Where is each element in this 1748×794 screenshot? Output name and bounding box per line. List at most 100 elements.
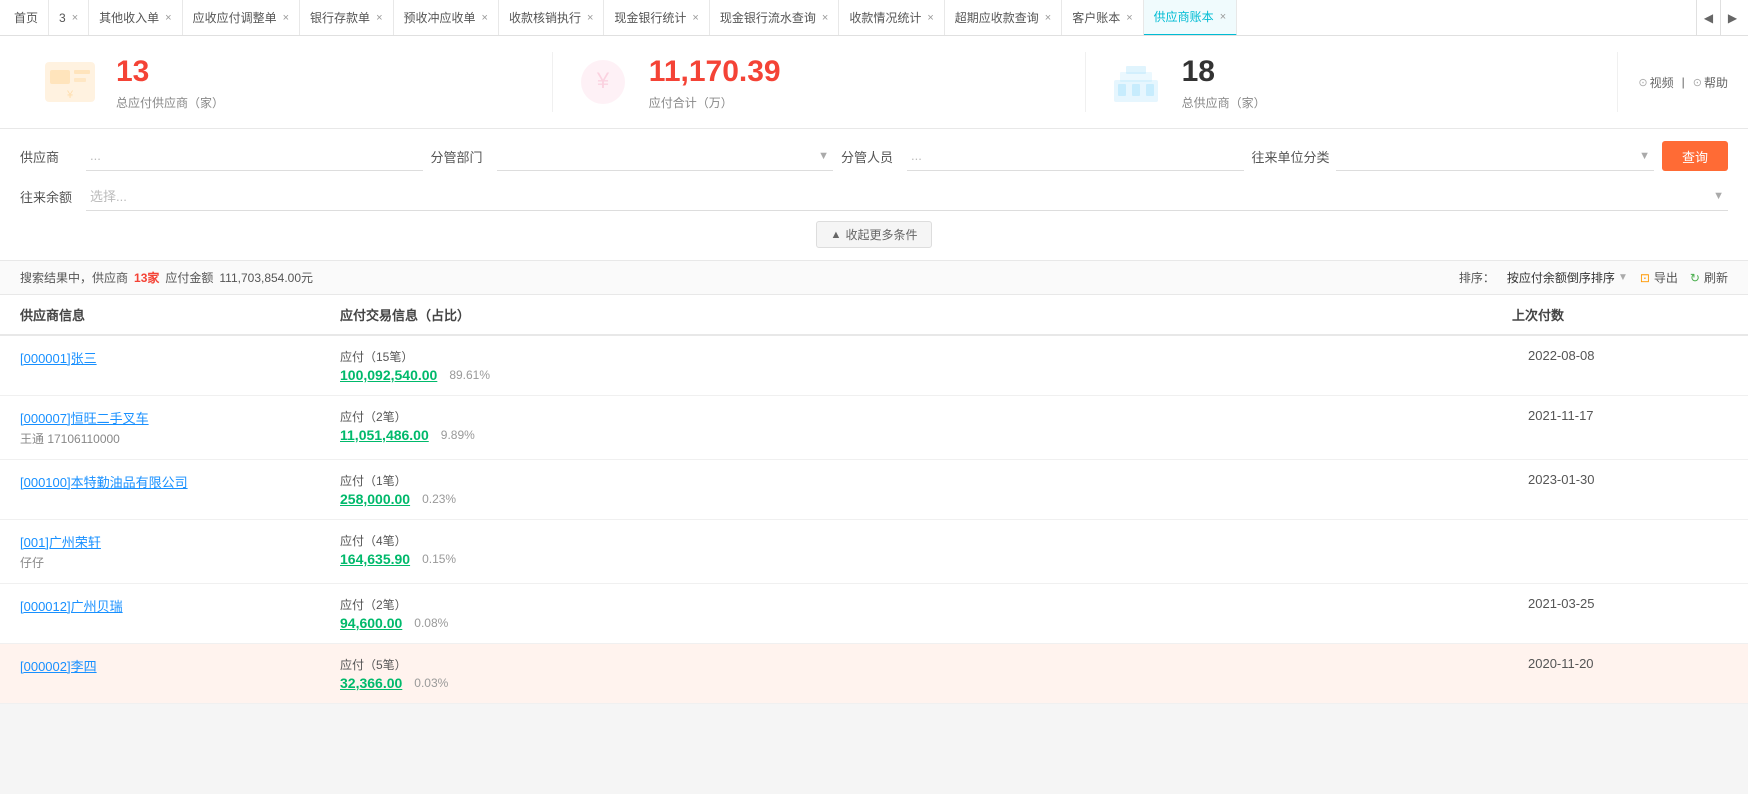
top-right-links: ⊙ 视频 | ⊙ 帮助 (1618, 74, 1728, 91)
top-navigation: 首页 3 × 其他收入单 × 应收应付调整单 × 银行存款单 × 预收冲应收单 … (0, 0, 1748, 36)
payable-suppliers-label: 总应付供应商（家） (116, 94, 224, 111)
close-tab-ap-adjust[interactable]: × (283, 12, 289, 24)
balance-filter-label: 往来余额 (20, 187, 80, 206)
close-tab-collect-stat[interactable]: × (927, 12, 933, 24)
last-pay-cell-row2: 2021-11-17 (1528, 408, 1728, 423)
nav-right-arrow[interactable]: ▶ (1720, 0, 1744, 36)
close-tab-supplier-account[interactable]: × (1220, 11, 1226, 23)
result-info-left: 搜索结果中，供应商 13家 应付金额 111,703,854.00元 (20, 269, 313, 286)
supplier-link-row1[interactable]: [000001]张三 (20, 348, 340, 367)
close-tab-customer-account[interactable]: × (1126, 12, 1132, 24)
table-row: [000001]张三 应付（15笔） 100,092,540.00 89.61%… (0, 336, 1748, 396)
supplier-link-row5[interactable]: [000012]广州贝瑞 (20, 596, 340, 615)
tx-label-row6: 应付（5笔） (340, 656, 1528, 673)
balance-select-text: 选择... (90, 186, 1713, 205)
nav-left-arrow[interactable]: ◀ (1696, 0, 1720, 36)
supplier-cell-row6: [000002]李四 (20, 656, 340, 675)
tx-amount-row4[interactable]: 164,635.90 (340, 551, 410, 567)
collapse-filter-label: 收起更多条件 (845, 226, 917, 243)
total-payable-amount: 11,170.39 (649, 54, 781, 90)
refresh-button[interactable]: ↻ 刷新 (1690, 269, 1728, 286)
tx-amount-row1[interactable]: 100,092,540.00 (340, 367, 437, 383)
svg-text:¥: ¥ (596, 68, 610, 93)
supplier-link-row6[interactable]: [000002]李四 (20, 656, 340, 675)
person-filter-input[interactable] (907, 141, 1244, 171)
tx-amount-row6[interactable]: 32,366.00 (340, 675, 402, 691)
dept-filter-select[interactable]: ▼ (497, 141, 834, 171)
collapse-filter-button[interactable]: ▲ 收起更多条件 (816, 221, 933, 248)
nav-tab-prepay-collect[interactable]: 预收冲应收单 × (394, 0, 499, 36)
close-tab-prepay-collect[interactable]: × (482, 12, 488, 24)
tx-percent-row6: 0.03% (414, 676, 448, 690)
tx-row1: 100,092,540.00 89.61% (340, 367, 1528, 383)
dept-chevron-down-icon: ▼ (818, 150, 829, 162)
nav-tab-cash-bank-flow[interactable]: 现金银行流水查询 × (710, 0, 839, 36)
tx-amount-row5[interactable]: 94,600.00 (340, 615, 402, 631)
last-pay-date-row1: 2022-08-08 (1528, 348, 1595, 363)
supplier-link-row4[interactable]: [001]广州荣轩 (20, 532, 340, 551)
supplier-cell-row4: [001]广州荣轩 仔仔 (20, 532, 340, 571)
tx-row4: 164,635.90 0.15% (340, 551, 1528, 567)
transaction-cell-row5: 应付（2笔） 94,600.00 0.08% (340, 596, 1528, 631)
total-suppliers-icon (1106, 52, 1166, 112)
nav-tab-collect-check[interactable]: 收款核销执行 × (499, 0, 604, 36)
tx-label-row4: 应付（4笔） (340, 532, 1528, 549)
refresh-icon: ↻ (1690, 271, 1700, 285)
category-chevron-down-icon: ▼ (1639, 150, 1650, 162)
tx-amount-row2[interactable]: 11,051,486.00 (340, 427, 429, 443)
tx-percent-row4: 0.15% (422, 552, 456, 566)
transaction-cell-row1: 应付（15笔） 100,092,540.00 89.61% (340, 348, 1528, 383)
tx-percent-row3: 0.23% (422, 492, 456, 506)
dept-filter-label: 分管部门 (431, 147, 491, 166)
close-tab-other-income[interactable]: × (165, 12, 171, 24)
nav-tab-overdue-query[interactable]: 超期应收款查询 × (945, 0, 1062, 36)
nav-tab-other-income[interactable]: 其他收入单 × (89, 0, 182, 36)
tx-amount-row3[interactable]: 258,000.00 (340, 491, 410, 507)
sort-label: 排序： (1459, 269, 1495, 286)
sort-select[interactable]: 按应付余额倒序排序 ▼ (1507, 269, 1628, 286)
nav-tab-supplier-account[interactable]: 供应商账本 × (1144, 0, 1237, 36)
table-row: [000002]李四 应付（5笔） 32,366.00 0.03% 2020-1… (0, 644, 1748, 704)
nav-tab-3[interactable]: 3 × (49, 0, 89, 36)
result-info-right: 排序： 按应付余额倒序排序 ▼ ⊡ 导出 ↻ 刷新 (1459, 269, 1728, 286)
collapse-up-icon: ▲ (831, 229, 842, 241)
nav-tab-cash-bank-stat[interactable]: 现金银行统计 × (604, 0, 709, 36)
tx-row6: 32,366.00 0.03% (340, 675, 1528, 691)
help-link[interactable]: 帮助 (1704, 74, 1728, 91)
person-filter-label: 分管人员 (841, 147, 901, 166)
tx-row5: 94,600.00 0.08% (340, 615, 1528, 631)
export-button[interactable]: ⊡ 导出 (1640, 269, 1678, 286)
nav-tab-ap-adjust[interactable]: 应收应付调整单 × (183, 0, 300, 36)
table-row: [000012]广州贝瑞 应付（2笔） 94,600.00 0.08% 2021… (0, 584, 1748, 644)
close-tab-collect-check[interactable]: × (587, 12, 593, 24)
balance-filter-select[interactable]: 选择... ▼ (86, 181, 1728, 211)
transaction-cell-row4: 应付（4笔） 164,635.90 0.15% (340, 532, 1528, 567)
close-tab-overdue-query[interactable]: × (1045, 12, 1051, 24)
result-info-bar: 搜索结果中，供应商 13家 应付金额 111,703,854.00元 排序： 按… (0, 261, 1748, 295)
query-button[interactable]: 查询 (1662, 141, 1728, 171)
nav-tab-bank-deposit[interactable]: 银行存款单 × (300, 0, 393, 36)
summary-card-total-suppliers: 18 总供应商（家） (1086, 52, 1619, 112)
close-tab-3[interactable]: × (72, 12, 78, 24)
category-filter-select[interactable]: ▼ (1336, 141, 1654, 171)
last-pay-date-row3: 2023-01-30 (1528, 472, 1595, 487)
col-header-transaction: 应付交易信息（占比） (340, 305, 1512, 324)
table-header: 供应商信息 应付交易信息（占比） 上次付数 (0, 295, 1748, 336)
close-tab-bank-deposit[interactable]: × (376, 12, 382, 24)
category-filter-label: 往来单位分类 (1252, 147, 1330, 166)
video-circle-icon: ⊙ (1638, 76, 1647, 89)
video-link[interactable]: 视频 (1650, 74, 1674, 91)
table-body: [000001]张三 应付（15笔） 100,092,540.00 89.61%… (0, 336, 1748, 704)
supplier-filter-input[interactable] (86, 141, 423, 171)
close-tab-cash-bank-stat[interactable]: × (692, 12, 698, 24)
nav-tab-customer-account[interactable]: 客户账本 × (1062, 0, 1143, 36)
tx-row3: 258,000.00 0.23% (340, 491, 1528, 507)
supplier-link-row3[interactable]: [000100]本特勤油品有限公司 (20, 472, 340, 491)
balance-chevron-down-icon: ▼ (1713, 190, 1724, 202)
close-tab-cash-bank-flow[interactable]: × (822, 12, 828, 24)
nav-tab-home[interactable]: 首页 (4, 0, 49, 36)
supplier-link-row2[interactable]: [000007]恒旺二手叉车 (20, 408, 340, 427)
nav-tab-collect-stat[interactable]: 收款情况统计 × (839, 0, 944, 36)
summary-info-total: 11,170.39 应付合计（万） (649, 54, 781, 111)
summary-info-total-suppliers: 18 总供应商（家） (1182, 54, 1266, 111)
